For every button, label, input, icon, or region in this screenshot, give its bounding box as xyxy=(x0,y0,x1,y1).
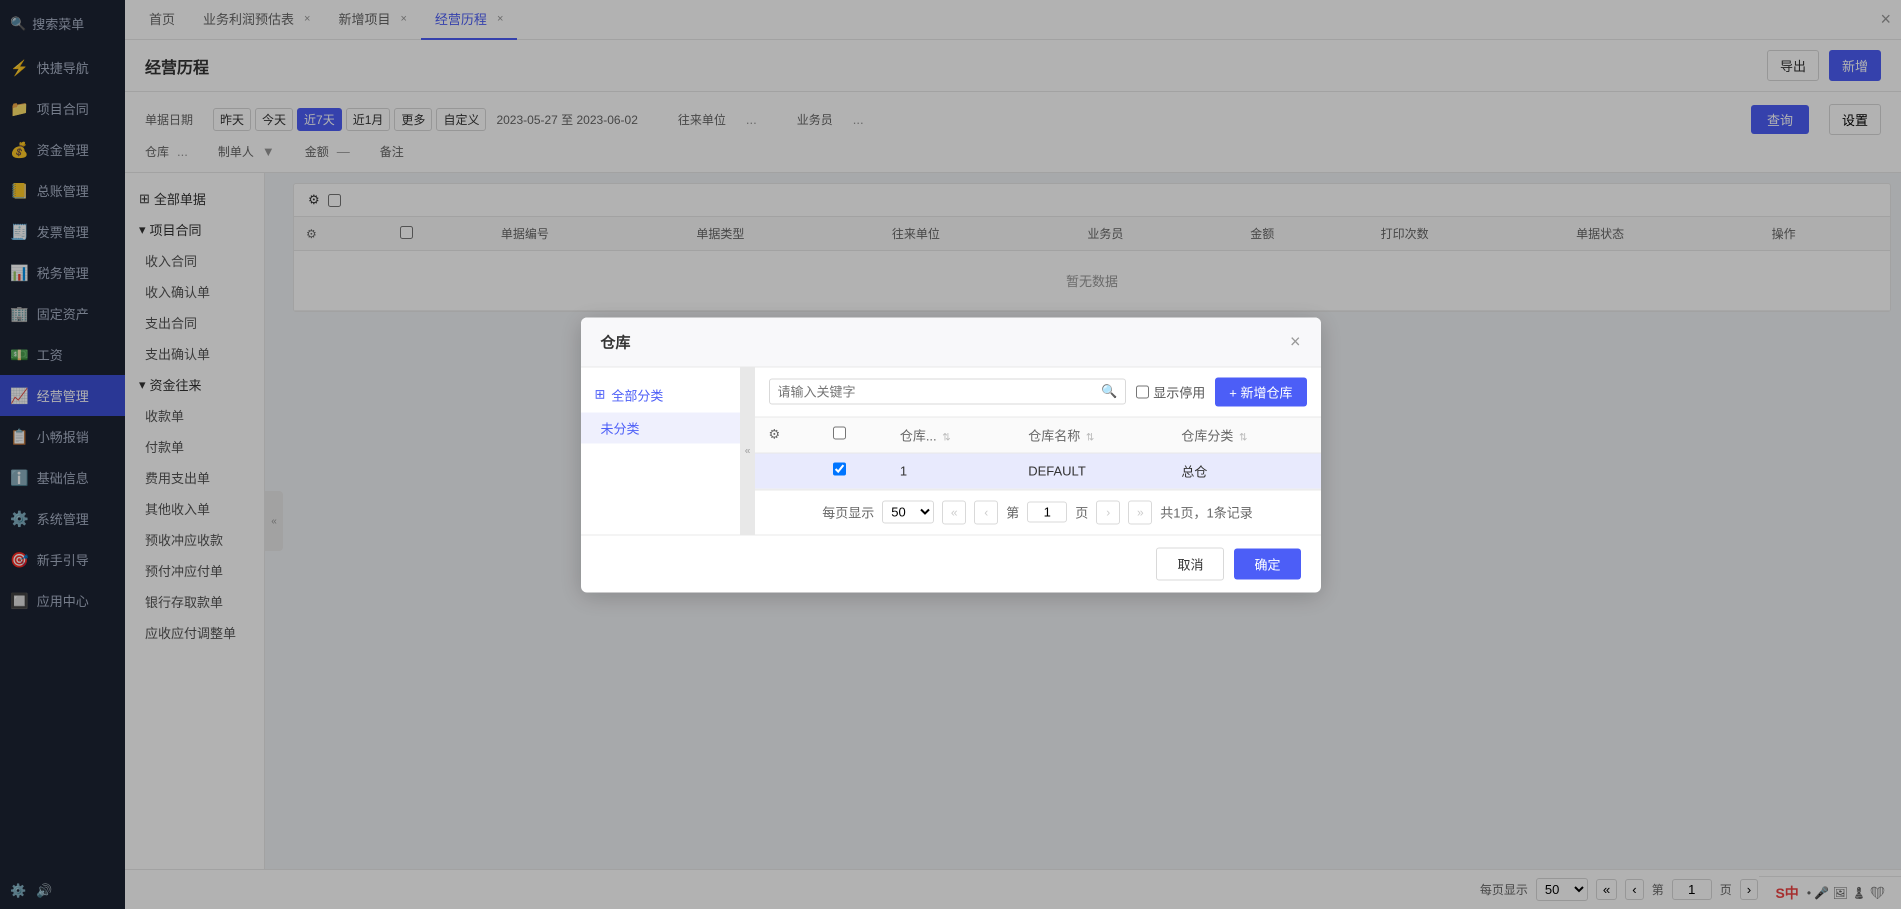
tree-uncategorized[interactable]: 未分类 xyxy=(581,412,740,443)
row-id: 1 xyxy=(886,453,1014,489)
modal-page-label: 第 xyxy=(1006,503,1019,522)
modal-last-btn[interactable]: » xyxy=(1128,500,1152,524)
sort-icon-category: ⇅ xyxy=(1239,432,1247,443)
sort-icon-code: ⇅ xyxy=(942,432,950,443)
modal-cancel-button[interactable]: 取消 xyxy=(1156,547,1224,580)
modal-per-page-label: 每页显示 xyxy=(822,503,874,522)
modal-header: 仓库 × xyxy=(581,317,1321,367)
modal-toolbar: 🔍 显示停用 + 新增仓库 xyxy=(755,367,1321,417)
search-icon: 🔍 xyxy=(1101,384,1117,400)
search-box: 🔍 xyxy=(769,379,1127,405)
modal-next-btn[interactable]: › xyxy=(1096,500,1120,524)
modal-confirm-button[interactable]: 确定 xyxy=(1234,548,1300,579)
modal-footer: 取消 确定 xyxy=(581,534,1321,592)
table-row[interactable]: 1 DEFAULT 总仓 xyxy=(755,453,1321,489)
modal-table: ⚙ 仓库... ⇅ 仓库名称 ⇅ 仓库分类 xyxy=(755,417,1321,489)
modal-tree: ⊞ 全部分类 未分类 xyxy=(581,367,741,534)
modal-table-wrap: ⚙ 仓库... ⇅ 仓库名称 ⇅ 仓库分类 xyxy=(755,417,1321,489)
show-disabled-checkbox[interactable] xyxy=(1136,385,1149,398)
modal-total-label: 共1页，1条记录 xyxy=(1160,503,1252,522)
tree-all-categories[interactable]: ⊞ 全部分类 xyxy=(581,377,740,412)
modal-col-category[interactable]: 仓库分类 ⇅ xyxy=(1167,417,1320,453)
warehouse-modal: 仓库 × ⊞ 全部分类 未分类 « 🔍 显示停用 xyxy=(581,317,1321,592)
tree-collapse-button[interactable]: « xyxy=(741,367,755,534)
modal-col-settings: ⚙ xyxy=(755,417,820,453)
modal-page-suffix: 页 xyxy=(1075,503,1088,522)
row-name: 总仓 xyxy=(1167,453,1320,489)
modal-col-name[interactable]: 仓库名称 ⇅ xyxy=(1014,417,1167,453)
row-select xyxy=(819,453,886,489)
add-warehouse-button[interactable]: + 新增仓库 xyxy=(1215,377,1306,406)
modal-page-input[interactable] xyxy=(1027,502,1067,523)
modal-select-all[interactable] xyxy=(833,427,846,440)
modal-col-code[interactable]: 仓库... ⇅ xyxy=(886,417,1014,453)
warehouse-search-input[interactable] xyxy=(778,384,1096,399)
modal-close-button[interactable]: × xyxy=(1290,331,1301,352)
modal-body: ⊞ 全部分类 未分类 « 🔍 显示停用 + 新增仓库 xyxy=(581,367,1321,534)
sort-icon-name: ⇅ xyxy=(1086,432,1094,443)
modal-prev-btn[interactable]: ‹ xyxy=(974,500,998,524)
modal-pagination: 每页显示 50 100 « ‹ 第 页 › » 共1页，1条记录 xyxy=(755,489,1321,534)
modal-first-btn[interactable]: « xyxy=(942,500,966,524)
modal-right: 🔍 显示停用 + 新增仓库 ⚙ 仓库... xyxy=(755,367,1321,534)
modal-title: 仓库 xyxy=(601,331,631,352)
row-checkbox[interactable] xyxy=(833,463,846,476)
row-code: DEFAULT xyxy=(1014,453,1167,489)
row-settings xyxy=(755,453,820,489)
modal-col-select xyxy=(819,417,886,453)
show-disabled-label[interactable]: 显示停用 xyxy=(1136,382,1205,401)
modal-per-page-select[interactable]: 50 100 xyxy=(882,501,934,524)
tree-grid-icon: ⊞ xyxy=(595,387,606,403)
